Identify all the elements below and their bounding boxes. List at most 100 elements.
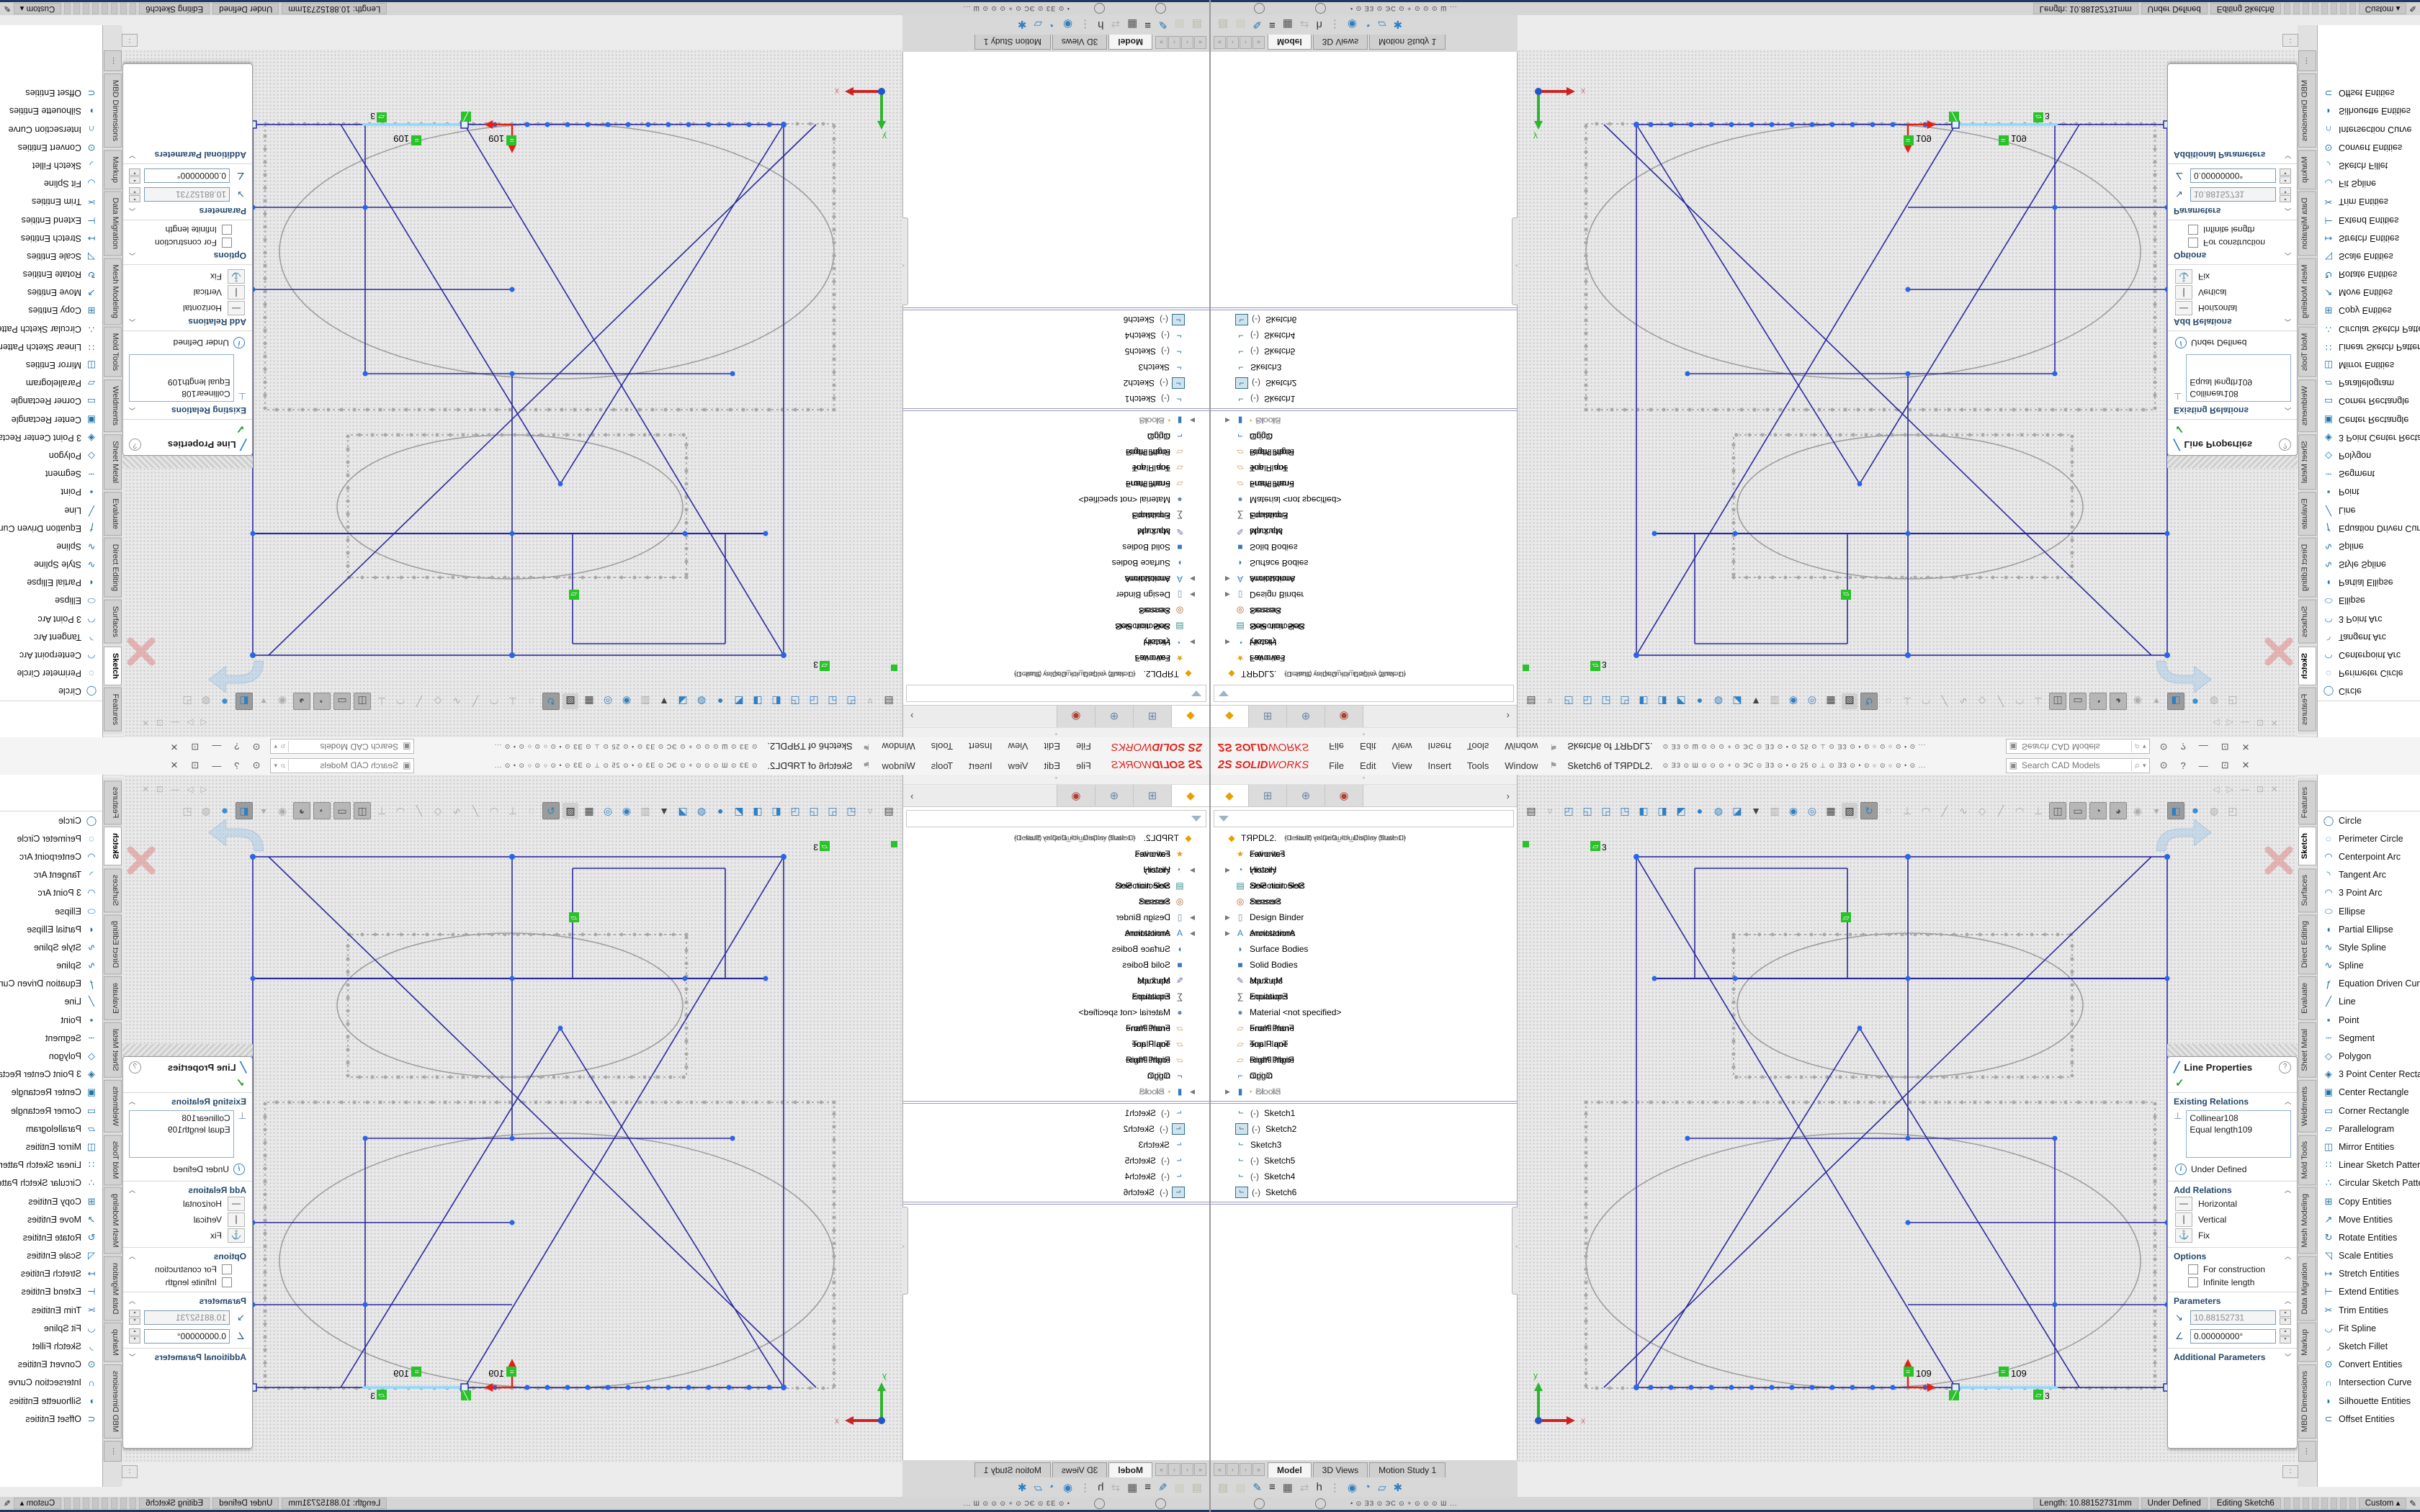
tree-item[interactable]: ●Material <not specified> — [903, 1004, 1209, 1020]
hud-icon[interactable]: ╱ — [467, 693, 483, 709]
tree-item[interactable]: ▤Selection SetsSelection Sets — [903, 618, 1209, 634]
tool-intersection-curve[interactable]: ∩Intersection Curve — [2318, 1374, 2420, 1392]
tree-item[interactable]: ★FavoritesFavorites — [1211, 846, 1517, 862]
add-relation-fix[interactable]: ⚓Fix — [129, 269, 245, 284]
command-tab-data-migration[interactable]: Data Migration — [104, 1256, 122, 1321]
length-spinner[interactable]: ▲▼ — [129, 187, 140, 202]
hud-icon[interactable]: ● — [712, 803, 728, 819]
tool-circle[interactable]: ◯Circle — [0, 811, 102, 829]
tool-mirror-entities[interactable]: ◫Mirror Entities — [0, 1138, 102, 1156]
status-tag-icon[interactable]: ✎ — [2409, 1498, 2416, 1508]
tree-item[interactable]: ✎MarkupsMarkups — [903, 523, 1209, 539]
bottom-toolbar-icon[interactable]: ▦ — [1283, 1481, 1293, 1494]
hud-icon[interactable]: ● — [2187, 693, 2203, 709]
hud-icon[interactable]: ◔ — [313, 693, 331, 710]
hud-icon[interactable]: ▭ — [333, 802, 351, 819]
hud-icon[interactable]: ◪ — [675, 803, 691, 819]
length-input[interactable]: 10.88152731 — [144, 1310, 230, 1325]
user-icon[interactable]: ⊙ — [2160, 741, 2168, 752]
search-caret-icon[interactable]: ▾ — [274, 762, 277, 770]
tool-sketch-fillet[interactable]: ◞Sketch Fillet — [0, 156, 102, 174]
hud-icon[interactable]: ◠ — [486, 803, 502, 819]
tab-nav-buttons[interactable]: «‹›» — [1214, 36, 1265, 49]
search-caret-icon[interactable]: ▾ — [274, 743, 277, 751]
bottom-toolbar-icon[interactable]: ▦ — [1127, 1481, 1137, 1494]
tool-offset-entities[interactable]: ⊂Offset Entities — [0, 1410, 102, 1428]
hud-icon[interactable]: ◠ — [2012, 693, 2027, 709]
menu-window[interactable]: Window — [874, 740, 922, 754]
section-options[interactable]: Options — [214, 1251, 246, 1261]
section-options[interactable]: Options — [2174, 1251, 2206, 1261]
menu-edit[interactable]: Edit — [1353, 759, 1383, 773]
hud-icon[interactable]: ◫ — [354, 693, 371, 710]
add-relation-fix[interactable]: ⚓Fix — [2175, 1228, 2291, 1243]
bottom-toolbar-icon[interactable]: ▤ — [1192, 1481, 1202, 1494]
doc-tab-3d-views[interactable]: 3D Views — [1052, 35, 1107, 50]
hud-icon[interactable]: ▧ — [1842, 803, 1857, 819]
section-existing-relations[interactable]: Existing Relations — [2174, 405, 2249, 415]
command-tab-mesh-modeling[interactable]: Mesh Modeling — [104, 258, 122, 325]
tree-item[interactable]: ▶AAnnotationsAnnotations — [903, 571, 1209, 587]
hud-icon[interactable]: ▭ — [2069, 802, 2087, 819]
command-tab-sketch[interactable]: Sketch — [2298, 827, 2316, 865]
option-infinite-length[interactable]: Infinite length — [129, 225, 232, 235]
option-infinite-length[interactable]: Infinite length — [129, 1277, 232, 1287]
menu-tools[interactable]: Tools — [924, 740, 960, 754]
tab-nav-buttons[interactable]: «‹›» — [1214, 1463, 1265, 1476]
tree-item[interactable]: ▶▯Design Binder — [903, 587, 1209, 603]
add-relation-vertical[interactable]: ❘Vertical — [2175, 285, 2291, 300]
doc-tab-motion-study-1[interactable]: Motion Study 1 — [1369, 35, 1446, 50]
hud-icon[interactable]: ◰ — [2225, 693, 2241, 709]
displaymanager-tab[interactable]: ⊞ — [1249, 785, 1287, 806]
hud-icon[interactable]: ◱ — [1579, 693, 1595, 709]
tree-item[interactable]: ▱Right PlaneRight Plane — [1211, 1052, 1517, 1068]
bottom-toolbar-icon[interactable]: ▱ — [1378, 19, 1386, 32]
tool-polygon[interactable]: ◇Polygon — [2318, 446, 2420, 464]
tree-item[interactable]: ★FavoritesFavorites — [903, 650, 1209, 666]
tool-extend-entities[interactable]: ⊢Extend Entities — [0, 1283, 102, 1301]
tool-move-entities[interactable]: ↗Move Entities — [0, 1210, 102, 1228]
tree-item-sketch6[interactable]: ⌐(-)Sketch6 — [903, 312, 1209, 328]
menu-insert[interactable]: Insert — [1420, 740, 1458, 754]
tool-silhouette-entities[interactable]: ◗Silhouette Entities — [2318, 1392, 2420, 1410]
hud-icon[interactable]: ◍ — [694, 693, 709, 709]
tool-3-point-arc[interactable]: ◠3 Point Arc — [2318, 884, 2420, 902]
hud-icon[interactable]: ◫ — [2049, 693, 2066, 710]
hud-icon[interactable]: ▦ — [581, 803, 597, 819]
doc-tab-motion-study-1[interactable]: Motion Study 1 — [974, 35, 1051, 50]
tree-item[interactable]: ●Material <not specified> — [1211, 1004, 1517, 1020]
tool-convert-entities[interactable]: ⊙Convert Entities — [2318, 1356, 2420, 1374]
tree-item[interactable]: ▶▯Design Binder — [1211, 909, 1517, 925]
menu-view[interactable]: View — [1001, 759, 1036, 773]
tool-trim-entities[interactable]: ✂Trim Entities — [2318, 1301, 2420, 1319]
tab-nav-buttons[interactable]: «‹›» — [1155, 36, 1206, 49]
tree-item[interactable]: ■Solid Bodies — [903, 539, 1209, 555]
menu-file[interactable]: File — [1322, 740, 1351, 754]
menu-insert[interactable]: Insert — [1420, 759, 1458, 773]
bottom-toolbar-icon[interactable]: ▱ — [1034, 1481, 1042, 1494]
angle-spinner[interactable]: ▲▼ — [2280, 168, 2291, 184]
bottom-toolbar-icon[interactable]: ✎ — [1252, 19, 1262, 32]
hud-icon[interactable]: ◨ — [750, 803, 766, 819]
tree-item-sketch6[interactable]: ⌐(-)Sketch6 — [1211, 1184, 1517, 1200]
tree-item-sketch5[interactable]: ⌐(-)Sketch5 — [1211, 1153, 1517, 1169]
hud-icon[interactable]: ◎ — [600, 803, 616, 819]
tab-overflow-button[interactable]: : — [2282, 1465, 2298, 1478]
chevron-up-icon[interactable]: ︿ — [129, 1185, 135, 1195]
relations-listbox[interactable]: Collinear108Equal length109 — [129, 354, 234, 402]
length-input[interactable]: 10.88152731 — [144, 188, 230, 202]
command-tab-surfaces[interactable]: Surfaces — [2298, 600, 2316, 644]
tool-polygon[interactable]: ◇Polygon — [2318, 1047, 2420, 1065]
tree-item[interactable]: ◎SensorsSensors — [1211, 603, 1517, 618]
tool-linear-sketch-pattern[interactable]: ∷Linear Sketch Pattern — [2318, 1156, 2420, 1174]
tool-sketch-fillet[interactable]: ◞Sketch Fillet — [2318, 156, 2420, 174]
hud-icon[interactable]: ◲ — [1598, 803, 1614, 819]
tool-center-rectangle[interactable]: ▣Center Rectangle — [2318, 1084, 2420, 1102]
tab-nav-button[interactable]: « — [1194, 36, 1206, 49]
tool-centerpoint-arc[interactable]: ◠Centerpoint Arc — [2318, 646, 2420, 664]
chevron-up-icon[interactable]: ︿ — [2285, 405, 2291, 415]
tool-tangent-arc[interactable]: ◝Tangent Arc — [0, 628, 102, 646]
menu-view[interactable]: View — [1384, 759, 1419, 773]
bottom-toolbar-icon[interactable]: ⋮ — [1330, 1481, 1340, 1494]
hud-icon[interactable]: ◨ — [1654, 803, 1670, 819]
